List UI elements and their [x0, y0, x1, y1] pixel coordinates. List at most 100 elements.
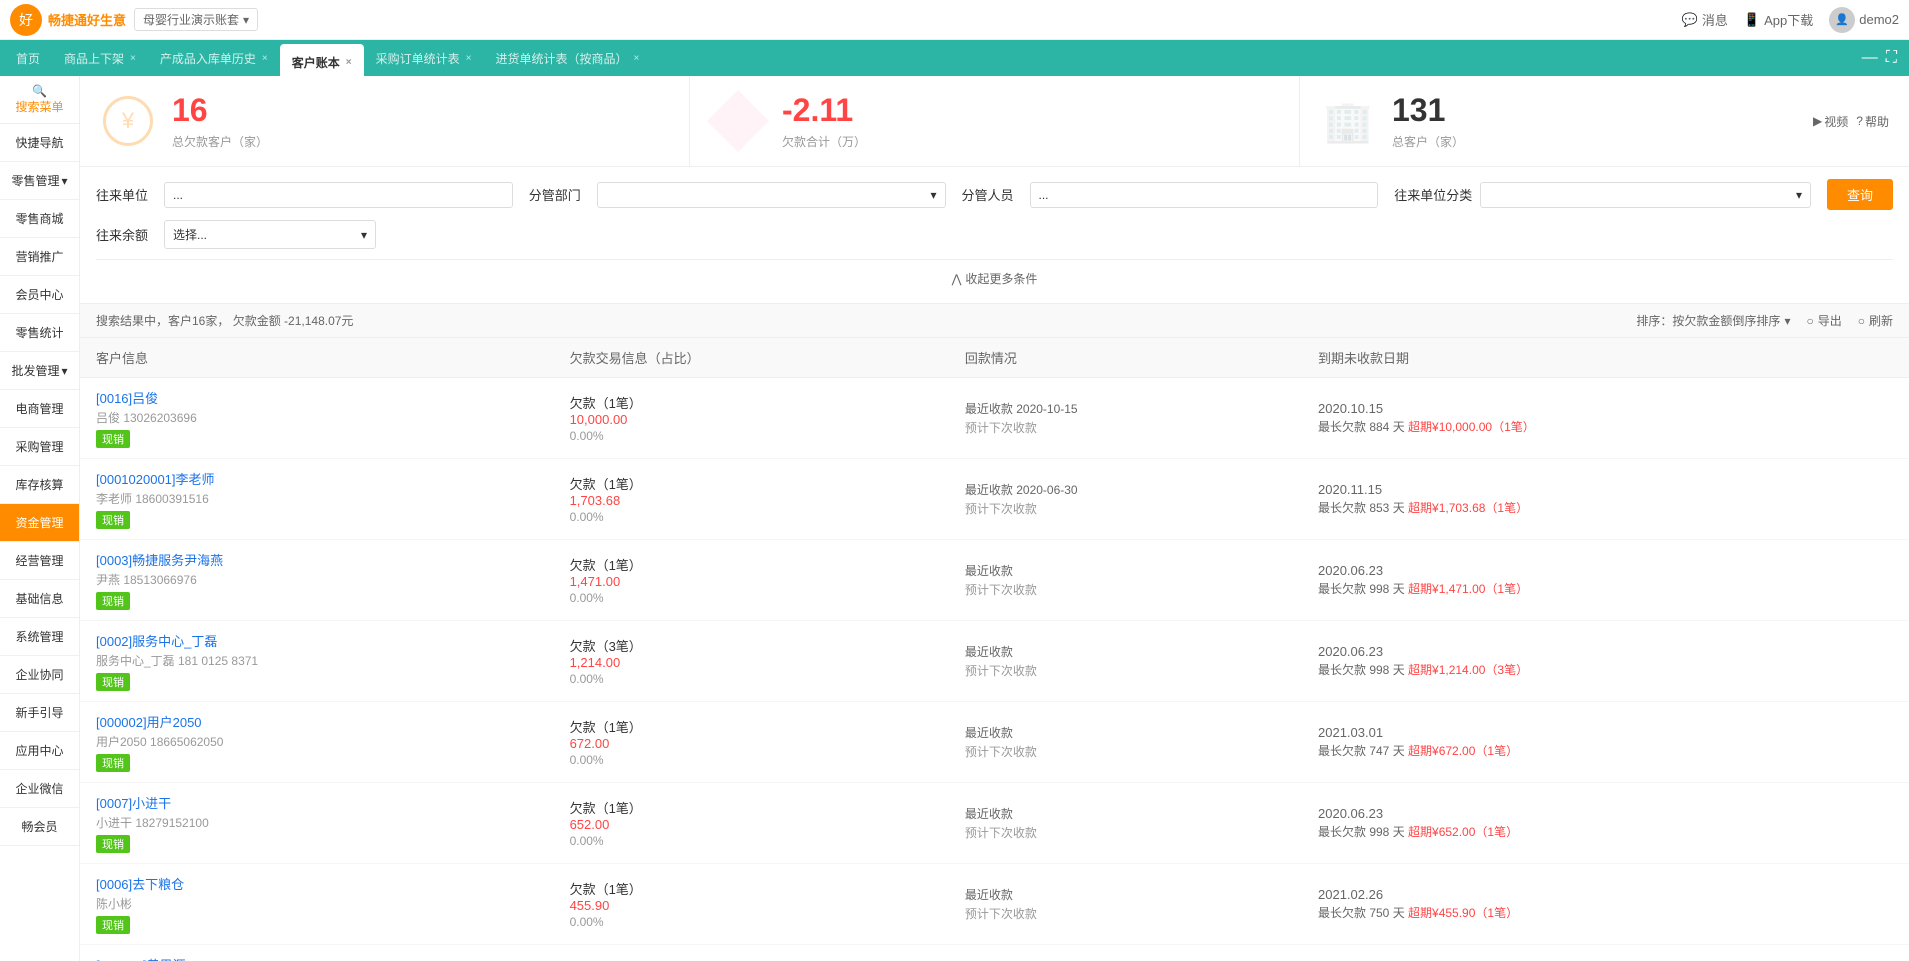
sidebar-item-app-center[interactable]: 应用中心 [0, 732, 79, 770]
due-date: 2020.06.23 [1318, 563, 1893, 578]
sidebar-item-finance[interactable]: 资金管理 [0, 504, 79, 542]
dept-select[interactable]: ▾ [597, 182, 946, 208]
tab-minimize-icon[interactable]: — [1862, 49, 1878, 67]
sidebar-item-marketing[interactable]: 营销推广 [0, 238, 79, 276]
customer-name-link[interactable]: [0016]吕俊 [96, 388, 538, 407]
tab-customer-account[interactable]: 客户账本 × [280, 44, 364, 76]
help-btn[interactable]: ? 帮助 [1856, 113, 1889, 130]
tab-close-icon[interactable]: × [633, 53, 639, 64]
sidebar-item-retail-manage[interactable]: 零售管理 ▾ [0, 162, 79, 200]
sidebar-item-basic-info[interactable]: 基础信息 [0, 580, 79, 618]
customer-meta: 陈小彬 [96, 895, 538, 912]
card-icon-building: 🏢 [1320, 93, 1376, 149]
overdue-amount-link[interactable]: 超期¥1,471.00（1笔） [1408, 582, 1528, 596]
tab-close-icon[interactable]: × [466, 53, 472, 64]
next-payment: 预计下次收款 [965, 419, 1286, 436]
sidebar-item-inventory[interactable]: 库存核算 [0, 466, 79, 504]
query-button[interactable]: 查询 [1827, 179, 1893, 210]
customer-name-link[interactable]: [0007]小进干 [96, 793, 538, 812]
due-date-cell: 2021.03.01 最长欠款 747 天 超期¥672.00（1笔） [1302, 702, 1909, 783]
sidebar-item-enterprise[interactable]: 企业协同 [0, 656, 79, 694]
overdue-days: 最长欠款 750 天 超期¥455.90（1笔） [1318, 904, 1893, 921]
tab-close-icon[interactable]: × [130, 53, 136, 64]
overdue-amount-link[interactable]: 超期¥455.90（1笔） [1408, 906, 1518, 920]
content-area: ¥ 16 总欠款客户（家） -2.11 欠款合计（万） [80, 76, 1909, 961]
export-btn[interactable]: ○ 导出 [1806, 312, 1841, 329]
tab-close-icon[interactable]: × [346, 57, 352, 68]
sidebar-item-operation[interactable]: 经营管理 [0, 542, 79, 580]
sidebar-item-batch-manage[interactable]: 批发管理 ▾ [0, 352, 79, 390]
user-avatar[interactable]: 👤 demo2 [1829, 7, 1899, 33]
balance-select[interactable]: 选择... ▾ [164, 220, 376, 249]
refresh-btn[interactable]: ○ 刷新 [1858, 312, 1893, 329]
industry-selector[interactable]: 母婴行业演示账套 ▾ [134, 8, 258, 31]
overdue-amount-link[interactable]: 超期¥652.00（1笔） [1408, 825, 1518, 839]
table-header-row: 客户信息 欠款交易信息（占比） 回款情况 到期未收款日期 [80, 338, 1909, 378]
sidebar-item-wechat[interactable]: 企业微信 [0, 770, 79, 808]
unit-category-select[interactable]: ▾ [1480, 182, 1811, 208]
chevron-down-icon: ▾ [361, 228, 367, 242]
card-content-3: 131 总客户（家） [1392, 92, 1464, 150]
customer-tag: 现销 [96, 592, 130, 610]
card-icon-money: ¥ [100, 93, 156, 149]
sidebar-item-guide[interactable]: 新手引导 [0, 694, 79, 732]
next-payment: 预计下次收款 [965, 824, 1286, 841]
tab-purchase-stats[interactable]: 进货单统计表（按商品） × [483, 44, 651, 72]
next-payment: 预计下次收款 [965, 743, 1286, 760]
overdue-amount-link[interactable]: 超期¥1,214.00（3笔） [1408, 663, 1528, 677]
customer-tag: 现销 [96, 835, 130, 853]
sidebar-item-vip[interactable]: 畅会员 [0, 808, 79, 846]
sidebar-item-purchase-manage[interactable]: 采购管理 [0, 428, 79, 466]
overdue-amount-link[interactable]: 超期¥1,703.68（1笔） [1408, 501, 1528, 515]
customer-tag: 现销 [96, 511, 130, 529]
customer-name-link[interactable]: [0006]去下粮仓 [96, 874, 538, 893]
tab-purchase-order[interactable]: 采购订单统计表 × [364, 44, 484, 72]
message-btn[interactable]: 💬 消息 [1682, 10, 1728, 29]
person-input[interactable]: ... [1030, 182, 1379, 208]
app-download-btn[interactable]: 📱 App下载 [1744, 10, 1813, 29]
debt-info-cell: 欠款（1笔） 455.90 0.00% [554, 864, 949, 945]
sidebar-item-retail-stats[interactable]: 零售统计 [0, 314, 79, 352]
payment-info-cell: 最近收款 预计下次收款 [949, 864, 1302, 945]
view-video-btn[interactable]: ▶ 视频 [1813, 113, 1848, 130]
sort-select[interactable]: 排序：按欠款金额倒序排序 ▾ [1636, 312, 1790, 329]
overdue-days: 最长欠款 853 天 超期¥1,703.68（1笔） [1318, 499, 1893, 516]
sidebar-item-ecommerce[interactable]: 电商管理 [0, 390, 79, 428]
sidebar-search[interactable]: 🔍 搜索菜单 [0, 76, 79, 124]
payment-info-cell: 最近收款 2020-10-15 预计下次收款 [949, 378, 1302, 459]
sidebar-item-quick-nav[interactable]: 快捷导航 [0, 124, 79, 162]
collapse-btn[interactable]: ⋀ 收起更多条件 [944, 266, 1046, 291]
balance-label: 往来余额 [96, 225, 156, 244]
debt-count: 欠款（1笔） [570, 393, 933, 412]
sidebar-item-member[interactable]: 会员中心 [0, 276, 79, 314]
sidebar-item-retail-mall[interactable]: 零售商城 [0, 200, 79, 238]
source-unit-input[interactable]: ... [164, 182, 513, 208]
debt-info-cell: 欠款（1笔） 672.00 0.00% [554, 702, 949, 783]
customer-info-cell: [000001]黄思源 黄思源 13552700226 现销 [80, 945, 554, 961]
app-name: 畅捷通好生意 [48, 10, 126, 29]
phone-icon: 📱 [1744, 12, 1760, 28]
tab-home[interactable]: 首页 [4, 44, 52, 72]
tab-product-history[interactable]: 产成品入库单历史 × [148, 44, 280, 72]
debt-info-cell: 欠款（3笔） 1,214.00 0.00% [554, 621, 949, 702]
customer-info-cell: [0002]服务中心_丁磊 服务中心_丁磊 181 0125 8371 现销 [80, 621, 554, 702]
customer-name-link[interactable]: [0001020001]李老师 [96, 469, 538, 488]
overdue-amount-link[interactable]: 超期¥10,000.00（1笔） [1408, 420, 1535, 434]
tab-maximize-icon[interactable]: ⛶ [1886, 49, 1897, 67]
payment-info-cell: 最近收款 2020-06-30 预计下次收款 [949, 459, 1302, 540]
customer-name-link[interactable]: [000001]黄思源 [96, 955, 538, 961]
overdue-amount-link[interactable]: 超期¥672.00（1笔） [1408, 744, 1518, 758]
customer-name-link[interactable]: [000002]用户2050 [96, 712, 538, 731]
tab-product-manage[interactable]: 商品上下架 × [52, 44, 148, 72]
debt-count: 欠款（1笔） [570, 555, 933, 574]
debt-total-label: 欠款合计（万） [782, 133, 866, 150]
tab-close-icon[interactable]: × [262, 53, 268, 64]
overdue-days: 最长欠款 747 天 超期¥672.00（1笔） [1318, 742, 1893, 759]
customer-name-link[interactable]: [0002]服务中心_丁磊 [96, 631, 538, 650]
sidebar-item-system[interactable]: 系统管理 [0, 618, 79, 656]
customer-name-link[interactable]: [0003]畅捷服务尹海燕 [96, 550, 538, 569]
due-date-cell: 2020.12.30 最长欠款 808 天 超期¥429.00（1笔） [1302, 945, 1909, 961]
chevron-down-icon: ▾ [243, 13, 249, 27]
customer-meta: 吕俊 13026203696 [96, 409, 538, 426]
payment-info-cell: 最近收款 预计下次收款 [949, 702, 1302, 783]
